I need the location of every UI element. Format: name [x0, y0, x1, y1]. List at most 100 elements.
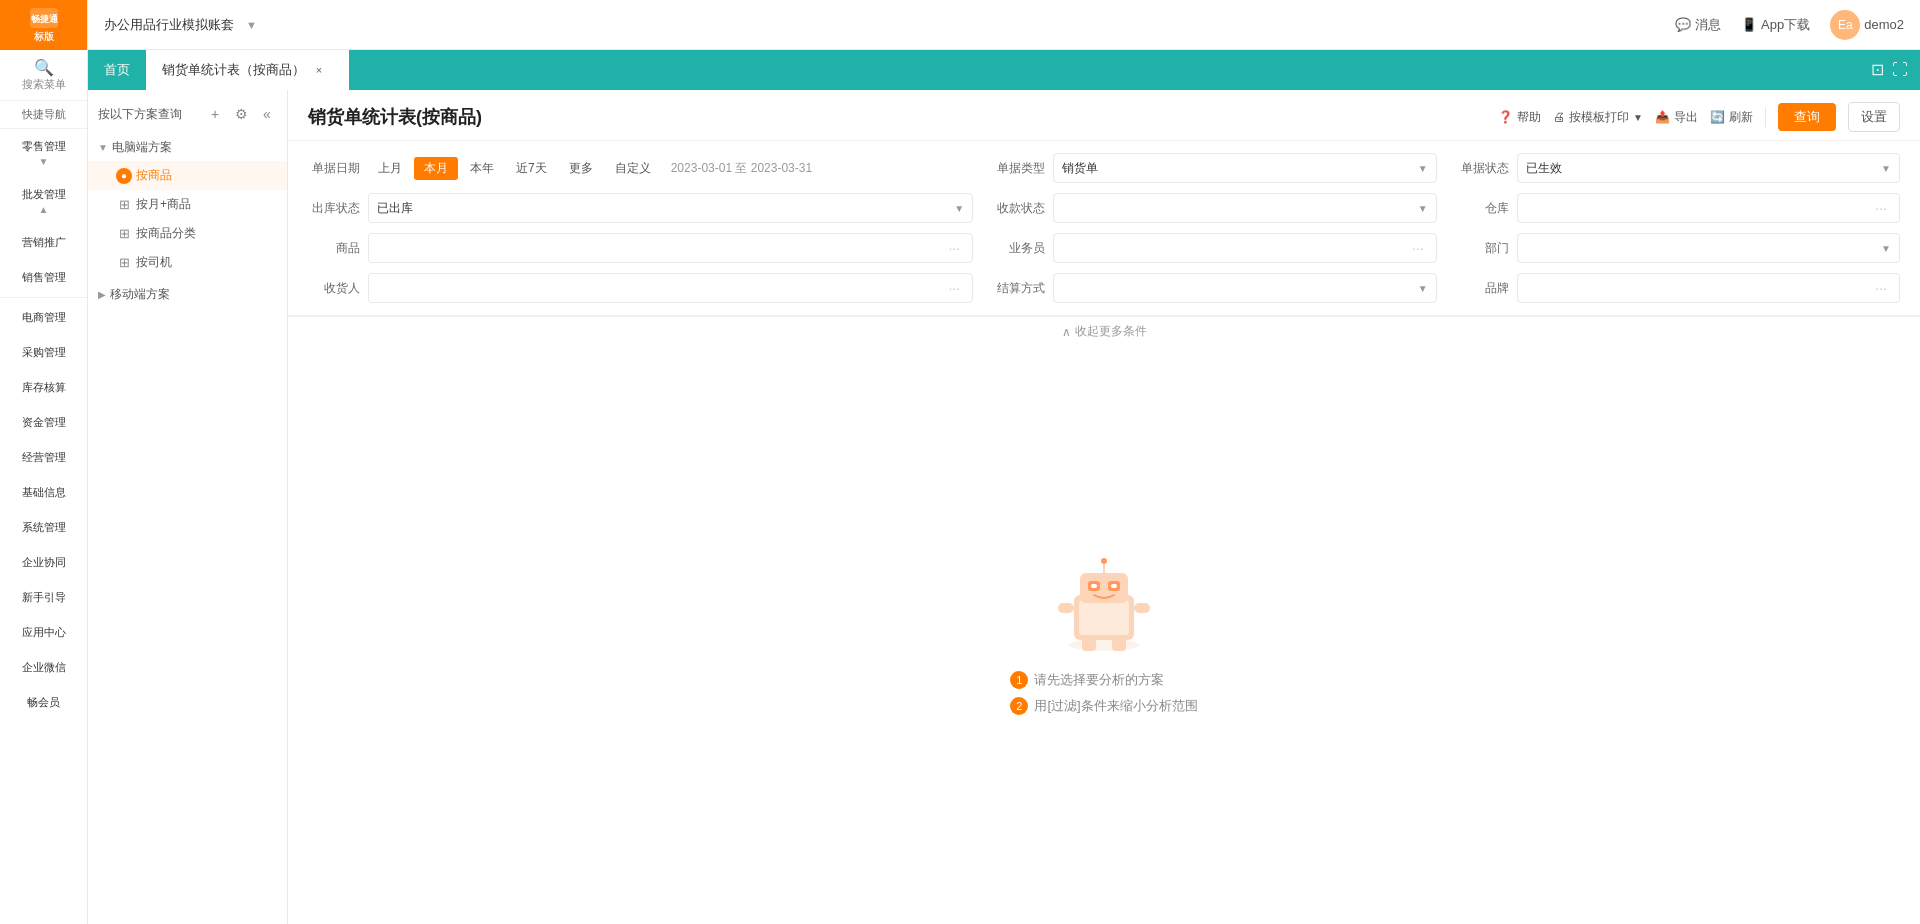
collapse-panel-button[interactable]: « — [257, 104, 277, 124]
help-label: 帮助 — [1517, 109, 1541, 126]
product-label: 商品 — [308, 240, 368, 257]
collect-status-field: 收款状态 ▼ — [993, 193, 1436, 223]
date-tab-7days[interactable]: 近7天 — [506, 157, 557, 180]
tab-active[interactable]: 销货单统计表（按商品） × — [146, 50, 349, 90]
empty-tip-num-2: 2 — [1010, 697, 1028, 715]
collapse-bar[interactable]: ∧ 收起更多条件 — [288, 316, 1920, 346]
sidebar-item-newbie[interactable]: 新手引导 — [0, 580, 87, 615]
sidebar-item-ecommerce[interactable]: 电商管理 — [0, 300, 87, 335]
product-field: 商品 ··· — [308, 233, 973, 263]
date-tab-custom[interactable]: 自定义 — [605, 157, 661, 180]
sidebar-item-inventory[interactable]: 库存核算 — [0, 370, 87, 405]
warehouse-dots-icon[interactable]: ··· — [1871, 200, 1891, 216]
template-print-label: 按模板打印 — [1569, 109, 1629, 126]
sidebar-quick-nav[interactable]: 快捷导航 — [0, 101, 87, 129]
workspace-arrow-icon[interactable]: ▼ — [246, 19, 257, 31]
refresh-button[interactable]: 🔄 刷新 — [1710, 109, 1753, 126]
warehouse-label: 仓库 — [1457, 200, 1517, 217]
date-filter-field: 单据日期 上月 本月 本年 近7天 更多 自定义 2023-03-01 至 20… — [308, 157, 973, 180]
scheme-group-mobile-header[interactable]: ▶ 移动端方案 — [88, 281, 287, 308]
collect-status-arrow-icon: ▼ — [1418, 203, 1428, 214]
settlement-arrow-icon: ▼ — [1418, 283, 1428, 294]
scheme-grid-icon-3: ⊞ — [116, 255, 132, 271]
doc-status-field: 单据状态 已生效 ▼ — [1457, 153, 1900, 183]
date-tab-this-month[interactable]: 本月 — [414, 157, 458, 180]
sidebar-item-sales[interactable]: 销售管理 — [0, 260, 87, 295]
sidebar-item-finance[interactable]: 资金管理 — [0, 405, 87, 440]
scheme-group-mobile: ▶ 移动端方案 — [88, 281, 287, 308]
filter-row-3: 商品 ··· 业务员 ··· 部门 — [308, 233, 1900, 263]
page-title-bar: 销货单统计表(按商品) ❓ 帮助 🖨 按模板打印 ▼ 📤 导出 — [288, 90, 1920, 141]
svg-rect-14 — [1082, 637, 1096, 651]
salesperson-label: 业务员 — [993, 240, 1053, 257]
warehouse-select[interactable]: ··· — [1517, 193, 1900, 223]
doc-type-select[interactable]: 销货单 ▼ — [1053, 153, 1436, 183]
sidebar-item-operation[interactable]: 经营管理 — [0, 440, 87, 475]
filter-row-4: 收货人 ··· 结算方式 ▼ 品牌 — [308, 273, 1900, 303]
scheme-item-by-product[interactable]: ● 按商品 — [88, 161, 287, 190]
settlement-select[interactable]: ▼ — [1053, 273, 1436, 303]
product-dots-icon[interactable]: ··· — [944, 240, 964, 256]
tab-restore-icon[interactable]: ⊡ — [1871, 62, 1884, 78]
date-tab-more[interactable]: 更多 — [559, 157, 603, 180]
svg-point-11 — [1101, 558, 1107, 564]
collect-status-select[interactable]: ▼ — [1053, 193, 1436, 223]
export-button[interactable]: 📤 导出 — [1655, 109, 1698, 126]
message-label: 消息 — [1695, 16, 1721, 34]
sidebar-item-member[interactable]: 畅会员 — [0, 685, 87, 720]
refresh-label: 刷新 — [1729, 109, 1753, 126]
tab-home[interactable]: 首页 — [88, 50, 146, 90]
collect-status-label: 收款状态 — [993, 200, 1053, 217]
tab-close-icon[interactable]: × — [311, 62, 327, 78]
date-tab-this-year[interactable]: 本年 — [460, 157, 504, 180]
doc-status-select[interactable]: 已生效 ▼ — [1517, 153, 1900, 183]
scheme-group-desktop-header[interactable]: ▼ 电脑端方案 — [88, 134, 287, 161]
receiver-label: 收货人 — [308, 280, 368, 297]
help-icon: ❓ — [1498, 110, 1513, 124]
sidebar-item-purchase[interactable]: 采购管理 — [0, 335, 87, 370]
salesperson-select[interactable]: ··· — [1053, 233, 1436, 263]
receiver-select[interactable]: ··· — [368, 273, 973, 303]
sidebar-item-marketing[interactable]: 营销推广 — [0, 225, 87, 260]
scheme-item-by-cashier[interactable]: ⊞ 按司机 — [88, 248, 287, 277]
settings-button[interactable]: 设置 — [1848, 102, 1900, 132]
product-select[interactable]: ··· — [368, 233, 973, 263]
sidebar-item-wechat[interactable]: 企业微信 — [0, 650, 87, 685]
workspace-name: 办公用品行业模拟账套 — [104, 16, 234, 34]
salesperson-dots-icon[interactable]: ··· — [1408, 240, 1428, 256]
scheme-item-by-month-product[interactable]: ⊞ 按月+商品 — [88, 190, 287, 219]
template-print-button[interactable]: 🖨 按模板打印 ▼ — [1553, 109, 1643, 126]
brand-dots-icon[interactable]: ··· — [1871, 280, 1891, 296]
receiver-dots-icon[interactable]: ··· — [944, 280, 964, 296]
message-action[interactable]: 💬 消息 — [1675, 16, 1721, 34]
user-action[interactable]: Ea demo2 — [1830, 10, 1904, 40]
edit-scheme-button[interactable]: ⚙ — [231, 104, 251, 124]
query-button[interactable]: 查询 — [1778, 103, 1836, 131]
sidebar-item-apps[interactable]: 应用中心 — [0, 615, 87, 650]
brand-select[interactable]: ··· — [1517, 273, 1900, 303]
out-status-select[interactable]: 已出库 ▼ — [368, 193, 973, 223]
sidebar-search[interactable]: 🔍 帮助 搜索菜单 — [0, 50, 87, 101]
department-select[interactable]: ▼ — [1517, 233, 1900, 263]
department-field: 部门 ▼ — [1457, 233, 1900, 263]
sidebar-item-basic[interactable]: 基础信息 — [0, 475, 87, 510]
sidebar-item-corp[interactable]: 企业协同 — [0, 545, 87, 580]
page-title-actions: ❓ 帮助 🖨 按模板打印 ▼ 📤 导出 🔄 刷新 — [1498, 102, 1900, 132]
app-download-action[interactable]: 📱 App下载 — [1741, 16, 1810, 34]
collapse-label: 收起更多条件 — [1075, 323, 1147, 340]
svg-rect-12 — [1058, 603, 1074, 613]
sidebar-item-retail[interactable]: 零售管理 ▼ — [0, 129, 87, 177]
date-tab-last-month[interactable]: 上月 — [368, 157, 412, 180]
help-button[interactable]: ❓ 帮助 — [1498, 109, 1541, 126]
scheme-item-by-month-product-label: 按月+商品 — [136, 196, 191, 213]
svg-text:畅捷通: 畅捷通 — [30, 14, 58, 24]
print-arrow-icon: ▼ — [1633, 112, 1643, 123]
sidebar-item-system[interactable]: 系统管理 — [0, 510, 87, 545]
add-scheme-button[interactable]: + — [205, 104, 225, 124]
tab-maximize-icon[interactable]: ⛶ — [1892, 62, 1908, 78]
doc-status-value: 已生效 — [1526, 160, 1882, 177]
settings-button-label: 设置 — [1861, 108, 1887, 126]
refresh-icon: 🔄 — [1710, 110, 1725, 124]
scheme-item-by-category[interactable]: ⊞ 按商品分类 — [88, 219, 287, 248]
sidebar-item-wholesale[interactable]: 批发管理 ▲ — [0, 177, 87, 225]
